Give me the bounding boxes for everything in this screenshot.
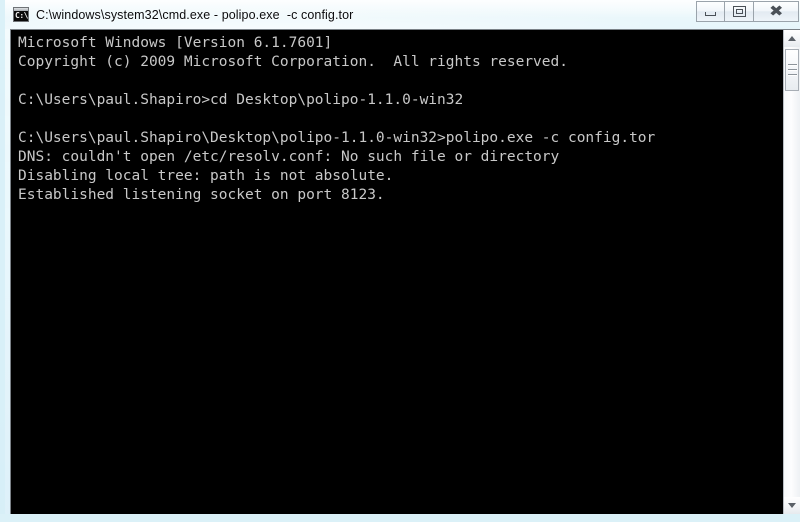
chevron-up-icon — [788, 36, 796, 41]
console-client-area[interactable]: Microsoft Windows [Version 6.1.7601] Cop… — [10, 29, 800, 514]
window-title: C:\windows\system32\cmd.exe - polipo.exe… — [36, 7, 354, 22]
grip-line — [787, 74, 797, 76]
desktop-background: C:\ C:\windows\system32\cmd.exe - polipo… — [0, 0, 800, 522]
console-output[interactable]: Microsoft Windows [Version 6.1.7601] Cop… — [11, 30, 783, 514]
close-button[interactable]: ✖ ✕ — [754, 1, 799, 22]
cmd-window: C:\ C:\windows\system32\cmd.exe - polipo… — [0, 0, 800, 522]
chevron-down-icon — [788, 503, 796, 508]
grip-line — [787, 69, 797, 71]
cmd-console-icon[interactable]: C:\ — [13, 7, 29, 22]
window-titlebar[interactable]: C:\ C:\windows\system32\cmd.exe - polipo… — [5, 0, 800, 29]
scrollbar-thumb[interactable] — [785, 49, 799, 91]
scroll-up-button[interactable] — [784, 30, 800, 47]
minimize-icon — [705, 11, 716, 16]
scroll-down-button[interactable] — [784, 497, 800, 514]
restore-icon — [732, 6, 746, 17]
minimize-button[interactable]: — — [696, 1, 725, 22]
scrollbar-track[interactable] — [784, 47, 800, 497]
vertical-scrollbar[interactable] — [783, 30, 800, 514]
maximize-restore-button[interactable]: □ — [725, 1, 754, 22]
window-controls: — □ ✖ ✕ — [696, 1, 799, 22]
close-icon: ✖ — [768, 3, 784, 20]
grip-line — [787, 64, 797, 66]
cmd-icon-prompt-text: C:\ — [15, 11, 28, 20]
